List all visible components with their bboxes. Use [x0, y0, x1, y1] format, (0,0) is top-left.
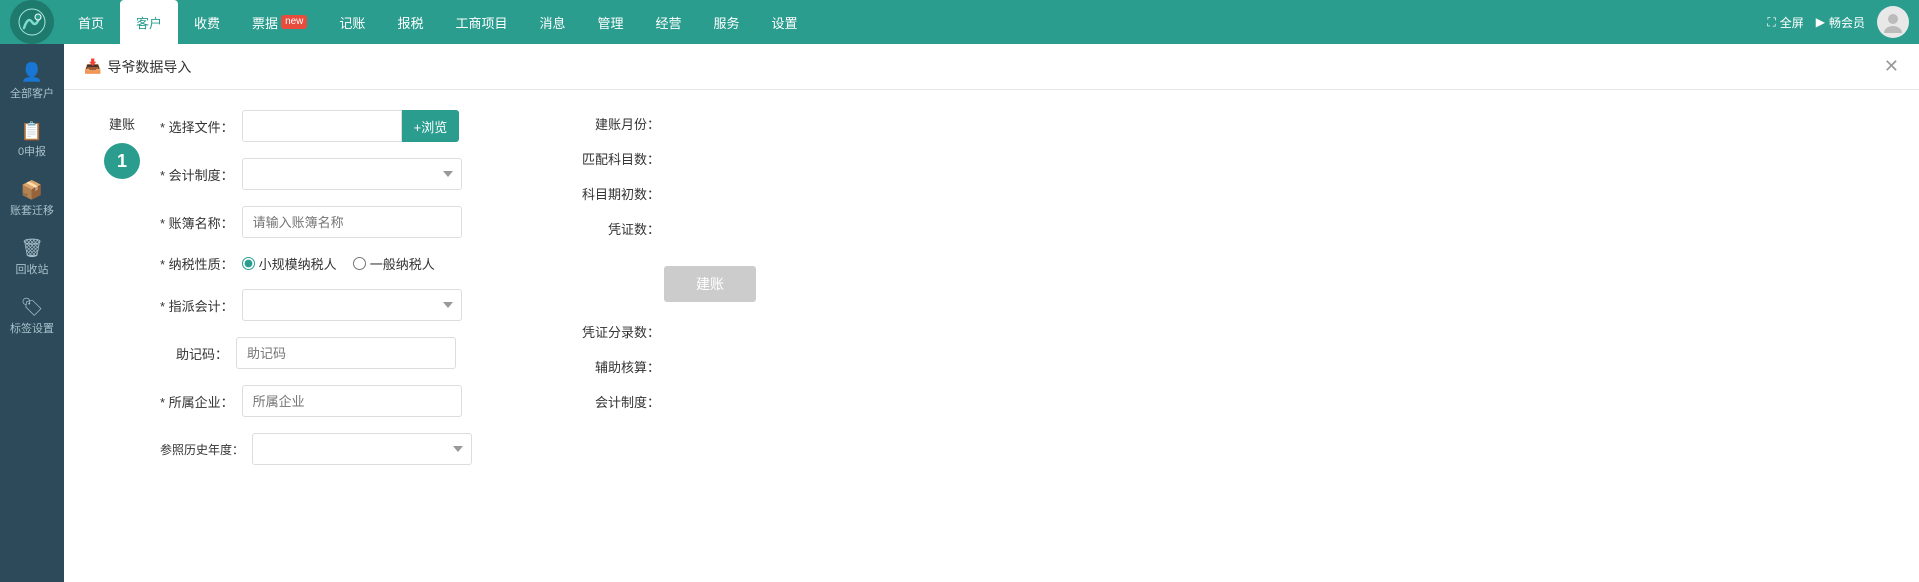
ledger-input[interactable]	[242, 206, 462, 238]
sidebar: 👤 全部客户 📋 0申报 📦 账套迁移 🗑 回收站 🏷 标签设置	[0, 44, 64, 582]
file-row: * 选择文件： +浏览	[160, 110, 540, 142]
file-input-group: +浏览	[242, 110, 460, 142]
match-label: 匹配科目数：	[580, 149, 660, 168]
content-area: 📥 导爷数据导入 ✕ 建账 1 * 选择文件：	[64, 44, 1919, 582]
new-badge: new	[281, 15, 307, 29]
nav-right-area: ⛶ 全屏 ▶ 畅会员	[1767, 6, 1909, 38]
nav-customer[interactable]: 客户	[120, 0, 178, 44]
match-row: 匹配科目数：	[580, 149, 840, 168]
tax-option2[interactable]: 一般纳税人	[353, 254, 435, 273]
nav-manage[interactable]: 管理	[581, 0, 639, 44]
company-input[interactable]	[242, 385, 462, 417]
aux-row: 辅助核算：	[580, 357, 840, 376]
browse-button[interactable]: +浏览	[402, 110, 460, 142]
assign-select[interactable]	[242, 289, 462, 321]
tags-icon: 🏷	[21, 297, 44, 319]
sidebar-item-trash[interactable]: 🗑 回收站	[0, 228, 64, 287]
nav-settings[interactable]: 设置	[756, 0, 814, 44]
nav-service[interactable]: 服务	[698, 0, 756, 44]
declaration-icon: 📋	[21, 121, 43, 143]
build-account-button[interactable]: 建账	[664, 266, 756, 302]
memo-row: 助记码：	[160, 337, 540, 369]
right-accounting-row: 会计制度：	[580, 392, 840, 411]
right-accounting-label: 会计制度：	[580, 392, 660, 411]
form-left: 建账 1 * 选择文件： +浏览	[104, 110, 540, 465]
memo-input[interactable]	[236, 337, 456, 369]
tax-option1[interactable]: 小规模纳税人	[242, 254, 337, 273]
ledger-row: * 账簿名称：	[160, 206, 540, 238]
voucher-label: 凭证数：	[580, 219, 660, 238]
accounting-row: * 会计制度：	[160, 158, 540, 190]
company-label: * 所属企业：	[160, 392, 234, 411]
form-container: 建账 1 * 选择文件： +浏览	[64, 90, 1919, 485]
user-avatar[interactable]	[1877, 6, 1909, 38]
voucher-entries-row: 凭证分录数：	[580, 322, 840, 341]
nav-home[interactable]: 首页	[62, 0, 120, 44]
nav-tax[interactable]: 报税	[381, 0, 439, 44]
voucher-row: 凭证数：	[580, 219, 840, 238]
play-icon: ▶	[1816, 15, 1825, 29]
nav-charge[interactable]: 收费	[178, 0, 236, 44]
top-navigation: 首页 客户 收费 票据 new 记账 报税 工商项目 消息 管理 经营 服务 设…	[0, 0, 1919, 44]
nav-message[interactable]: 消息	[523, 0, 581, 44]
sidebar-item-tags[interactable]: 🏷 标签设置	[0, 287, 64, 346]
sidebar-item-all-customers[interactable]: 👤 全部客户	[0, 52, 64, 111]
member-button[interactable]: ▶ 畅会员	[1816, 14, 1865, 31]
file-label: * 选择文件：	[160, 117, 234, 136]
file-text-input[interactable]	[242, 110, 402, 142]
assign-row: * 指派会计：	[160, 289, 540, 321]
memo-label: 助记码：	[160, 344, 228, 363]
company-row: * 所属企业：	[160, 385, 540, 417]
sidebar-item-migrate[interactable]: 📦 账套迁移	[0, 170, 64, 229]
history-label: 参照历史年度：	[160, 441, 244, 458]
aux-label: 辅助核算：	[580, 357, 660, 376]
tax-radio1[interactable]	[242, 257, 255, 270]
trash-icon: 🗑	[21, 238, 44, 260]
accounting-label: * 会计制度：	[160, 165, 234, 184]
fullscreen-button[interactable]: ⛶ 全屏	[1767, 14, 1803, 31]
voucher-entries-label: 凭证分录数：	[580, 322, 660, 341]
month-label: 建账月份：	[580, 114, 660, 133]
all-customers-icon: 👤	[21, 62, 43, 84]
step-badge: 1	[104, 143, 140, 179]
panel-title: 📥 导爷数据导入	[84, 57, 191, 77]
tax-label: * 纳税性质：	[160, 254, 234, 273]
info-panel: 建账月份： 匹配科目数： 科目期初数： 凭证数： 建账	[580, 110, 840, 465]
close-button[interactable]: ✕	[1884, 56, 1899, 77]
nav-operation[interactable]: 经营	[640, 0, 698, 44]
sidebar-item-declaration[interactable]: 📋 0申报	[0, 111, 64, 170]
import-icon: 📥	[84, 58, 101, 75]
tax-radio-group: 小规模纳税人 一般纳税人	[242, 254, 435, 273]
fullscreen-icon: ⛶	[1767, 15, 1775, 30]
history-select[interactable]	[252, 433, 472, 465]
main-layout: 👤 全部客户 📋 0申报 📦 账套迁移 🗑 回收站 🏷 标签设置 📥 导爷数据导…	[0, 44, 1919, 582]
nav-business[interactable]: 工商项目	[439, 0, 523, 44]
nav-invoice[interactable]: 票据 new	[236, 0, 323, 44]
history-row: 参照历史年度：	[160, 433, 540, 465]
accounting-select[interactable]	[242, 158, 462, 190]
tax-radio2[interactable]	[353, 257, 366, 270]
form-fields: * 选择文件： +浏览 * 会计制度：	[160, 110, 540, 465]
period-row: 科目期初数：	[580, 184, 840, 203]
period-label: 科目期初数：	[580, 184, 660, 203]
panel-header: 📥 导爷数据导入 ✕	[64, 44, 1919, 90]
month-row: 建账月份：	[580, 114, 840, 133]
step-label-text: 建账	[109, 114, 135, 133]
app-logo	[10, 0, 54, 44]
migrate-icon: 📦	[21, 180, 43, 202]
ledger-label: * 账簿名称：	[160, 213, 234, 232]
assign-label: * 指派会计：	[160, 296, 234, 315]
nav-items: 首页 客户 收费 票据 new 记账 报税 工商项目 消息 管理 经营 服务 设…	[62, 0, 1767, 44]
tax-row: * 纳税性质： 小规模纳税人 一般纳税人	[160, 254, 540, 273]
nav-bookkeep[interactable]: 记账	[323, 0, 381, 44]
